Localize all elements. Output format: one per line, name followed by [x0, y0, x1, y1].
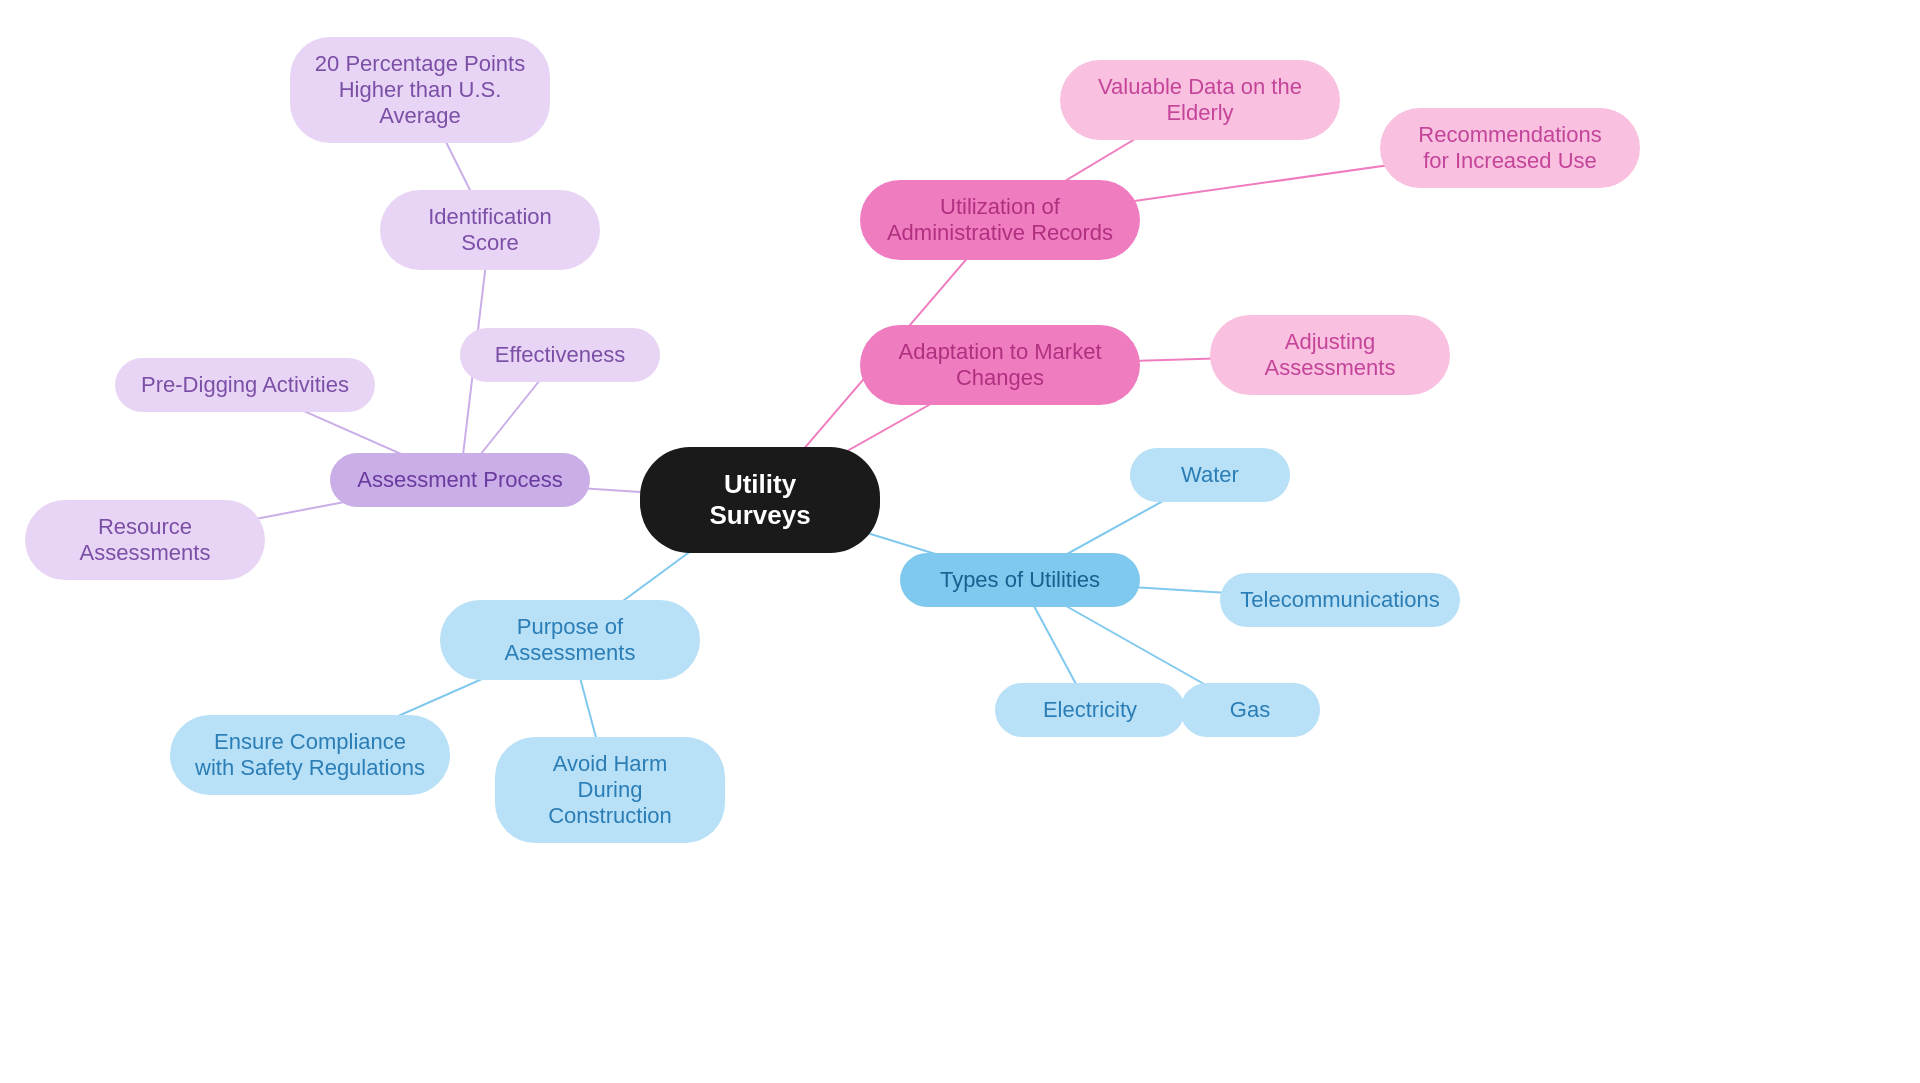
node-water: Water	[1130, 448, 1290, 502]
node-gas: Gas	[1180, 683, 1320, 737]
node-identification-score: Identification Score	[380, 190, 600, 270]
node-twenty-percent: 20 Percentage Points Higher than U.S. Av…	[290, 37, 550, 143]
center-node: Utility Surveys	[640, 447, 880, 553]
node-resource-assessments: Resource Assessments	[25, 500, 265, 580]
node-assessment-process: Assessment Process	[330, 453, 590, 507]
node-adaptation-market: Adaptation to Market Changes	[860, 325, 1140, 405]
node-valuable-data: Valuable Data on the Elderly	[1060, 60, 1340, 140]
node-pre-digging: Pre-Digging Activities	[115, 358, 375, 412]
node-telecommunications: Telecommunications	[1220, 573, 1460, 627]
node-recommendations: Recommendations for Increased Use	[1380, 108, 1640, 188]
node-effectiveness: Effectiveness	[460, 328, 660, 382]
node-purpose-assessments: Purpose of Assessments	[440, 600, 700, 680]
node-ensure-compliance: Ensure Compliance with Safety Regulation…	[170, 715, 450, 795]
node-adjusting-assessments: Adjusting Assessments	[1210, 315, 1450, 395]
node-utilization-admin: Utilization of Administrative Records	[860, 180, 1140, 260]
mindmap-container: Utility Surveys Assessment Process Pre-Dig…	[0, 0, 1920, 1083]
node-types-utilities: Types of Utilities	[900, 553, 1140, 607]
node-avoid-harm: Avoid Harm During Construction	[495, 737, 725, 843]
node-electricity: Electricity	[995, 683, 1185, 737]
